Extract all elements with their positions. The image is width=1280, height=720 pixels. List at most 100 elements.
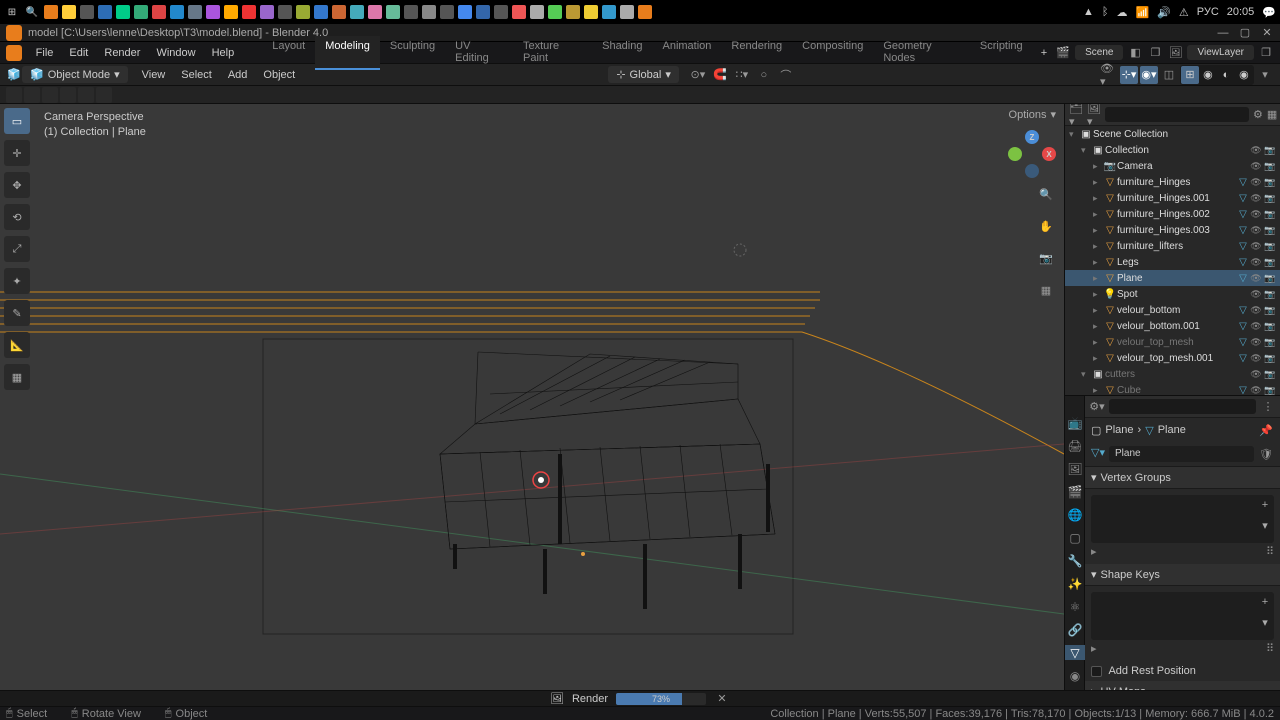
display-mode-icon[interactable]: 🖼▾ <box>1087 107 1101 123</box>
workspace-tab-geometry-nodes[interactable]: Geometry Nodes <box>873 36 970 70</box>
app-icon[interactable] <box>512 5 526 19</box>
menu-edit[interactable]: Edit <box>61 44 96 62</box>
filter-icon[interactable]: ⚙ <box>1253 107 1263 123</box>
move-tool[interactable]: ✥ <box>4 172 30 198</box>
app-icon[interactable] <box>404 5 418 19</box>
app-icon[interactable] <box>206 5 220 19</box>
hide-toggle[interactable]: 👁 <box>1250 385 1262 396</box>
disable-render-toggle[interactable]: 📷 <box>1264 193 1276 204</box>
workspace-tab-uv-editing[interactable]: UV Editing <box>445 36 513 70</box>
menu-render[interactable]: Render <box>96 44 148 62</box>
viewlayer-tab[interactable]: 🖼 <box>1065 462 1085 477</box>
disable-render-toggle[interactable]: 📷 <box>1264 177 1276 188</box>
disable-render-toggle[interactable]: 📷 <box>1264 337 1276 348</box>
app-icon[interactable] <box>314 5 328 19</box>
expand-icon[interactable]: ▸ <box>1093 321 1103 332</box>
vertex-groups-panel-header[interactable]: ▾Vertex Groups <box>1085 467 1280 489</box>
shape-keys-list[interactable]: + ▾ <box>1091 592 1274 640</box>
app-icon[interactable] <box>170 5 184 19</box>
viewlayer-icon[interactable]: 🖼 <box>1167 45 1183 61</box>
options-icon[interactable]: ⋮ <box>1260 399 1276 415</box>
expand-icon[interactable]: ▸ <box>1093 257 1103 268</box>
cancel-render-button[interactable]: ✕ <box>714 691 730 707</box>
app-icon[interactable] <box>98 5 112 19</box>
zoom-icon[interactable]: 🔍 <box>1036 184 1056 204</box>
3d-viewport[interactable]: ▭ ✛ ✥ ⟲ ⤢ ✦ ✎ 📐 ▦ Camera Perspective (1)… <box>0 104 1064 706</box>
datablock-name-field[interactable]: Plane <box>1109 446 1254 462</box>
copy-icon[interactable]: ❐ <box>1147 45 1163 61</box>
workspace-tab-sculpting[interactable]: Sculpting <box>380 36 445 70</box>
hide-toggle[interactable]: 👁 <box>1250 177 1262 188</box>
app-icon[interactable] <box>386 5 400 19</box>
props-editor-icon[interactable]: ⚙▾ <box>1089 399 1105 415</box>
cloud-icon[interactable]: ☁ <box>1116 6 1127 19</box>
disable-render-toggle[interactable]: 📷 <box>1264 321 1276 332</box>
outliner-item[interactable]: ▾▣Collection👁📷 <box>1065 142 1280 158</box>
app-icon[interactable] <box>188 5 202 19</box>
disable-render-toggle[interactable]: 📷 <box>1264 369 1276 380</box>
expand-icon[interactable]: ▸ <box>1093 193 1103 204</box>
expand-icon[interactable]: ▸ <box>1093 305 1103 316</box>
disable-render-toggle[interactable]: 📷 <box>1264 305 1276 316</box>
minimize-button[interactable]: — <box>1216 26 1230 40</box>
expand-icon[interactable]: ▸ <box>1093 273 1103 284</box>
disable-render-toggle[interactable]: 📷 <box>1264 209 1276 220</box>
tree-root[interactable]: ▾ ▣ Scene Collection <box>1065 126 1280 142</box>
add-button[interactable]: + <box>1256 592 1274 612</box>
outliner-item[interactable]: ▸📷Camera👁📷 <box>1065 158 1280 174</box>
app-icon[interactable] <box>80 5 94 19</box>
app-icon[interactable] <box>476 5 490 19</box>
wireframe-shading[interactable]: ⊞ <box>1181 66 1199 84</box>
app-icon[interactable] <box>134 5 148 19</box>
snap-option[interactable] <box>60 87 76 103</box>
menu-window[interactable]: Window <box>148 44 203 62</box>
constraint-tab[interactable]: 🔗 <box>1065 622 1085 637</box>
disable-render-toggle[interactable]: 📷 <box>1264 353 1276 364</box>
snap-option[interactable] <box>6 87 22 103</box>
disable-render-toggle[interactable]: 📷 <box>1264 241 1276 252</box>
hide-toggle[interactable]: 👁 <box>1250 369 1262 380</box>
snap-option[interactable] <box>42 87 58 103</box>
xray-toggle[interactable]: ◫ <box>1160 66 1178 84</box>
disable-render-toggle[interactable]: 📷 <box>1264 273 1276 284</box>
visibility-dropdown[interactable]: 👁▾ <box>1100 66 1118 84</box>
disable-render-toggle[interactable]: 📷 <box>1264 161 1276 172</box>
disable-render-toggle[interactable]: 📷 <box>1264 145 1276 156</box>
maximize-button[interactable]: ▢ <box>1238 26 1252 40</box>
hide-toggle[interactable]: 👁 <box>1250 161 1262 172</box>
shape-keys-panel-header[interactable]: ▾Shape Keys <box>1085 564 1280 586</box>
neg-z-axis-icon[interactable] <box>1025 164 1039 178</box>
y-axis-icon[interactable] <box>1008 147 1022 161</box>
expand-icon[interactable]: ▾ <box>1081 145 1091 156</box>
workspace-tab-layout[interactable]: Layout <box>262 36 315 70</box>
cursor-tool[interactable]: ✛ <box>4 140 30 166</box>
workspace-tab-shading[interactable]: Shading <box>592 36 652 70</box>
specials-button[interactable]: ▾ <box>1256 612 1274 632</box>
app-icon[interactable] <box>44 5 58 19</box>
hide-toggle[interactable]: 👁 <box>1250 225 1262 236</box>
mesh-data-tab[interactable]: ▽ <box>1065 645 1085 660</box>
app-icon[interactable] <box>332 5 346 19</box>
start-icon[interactable]: ⊞ <box>4 4 20 20</box>
particle-tab[interactable]: ✨ <box>1065 576 1085 591</box>
tray-icon[interactable]: ▲ <box>1083 6 1094 18</box>
outliner-item[interactable]: ▸▽Plane▽👁📷 <box>1065 270 1280 286</box>
hide-toggle[interactable]: 👁 <box>1250 257 1262 268</box>
gizmo-toggle[interactable]: ⊹▾ <box>1120 66 1138 84</box>
outliner-item[interactable]: ▸▽furniture_Hinges.003▽👁📷 <box>1065 222 1280 238</box>
lang-indicator[interactable]: РУС <box>1197 6 1219 18</box>
wifi-icon[interactable]: 📶 <box>1135 6 1149 19</box>
select-tool[interactable]: ▭ <box>4 108 30 134</box>
search-icon[interactable]: 🔍 <box>24 4 40 20</box>
app-icon[interactable] <box>116 5 130 19</box>
proportional-edit[interactable]: ○ <box>755 66 773 84</box>
app-icon[interactable] <box>260 5 274 19</box>
header-menu-select[interactable]: Select <box>173 66 220 84</box>
header-menu-view[interactable]: View <box>134 66 174 84</box>
hide-toggle[interactable]: 👁 <box>1250 273 1262 284</box>
rotate-tool[interactable]: ⟲ <box>4 204 30 230</box>
expand-icon[interactable]: ▸ <box>1093 225 1103 236</box>
object-tab[interactable]: ▢ <box>1065 531 1085 546</box>
z-axis-icon[interactable]: Z <box>1025 130 1039 144</box>
workspace-tab-modeling[interactable]: Modeling <box>315 36 380 70</box>
